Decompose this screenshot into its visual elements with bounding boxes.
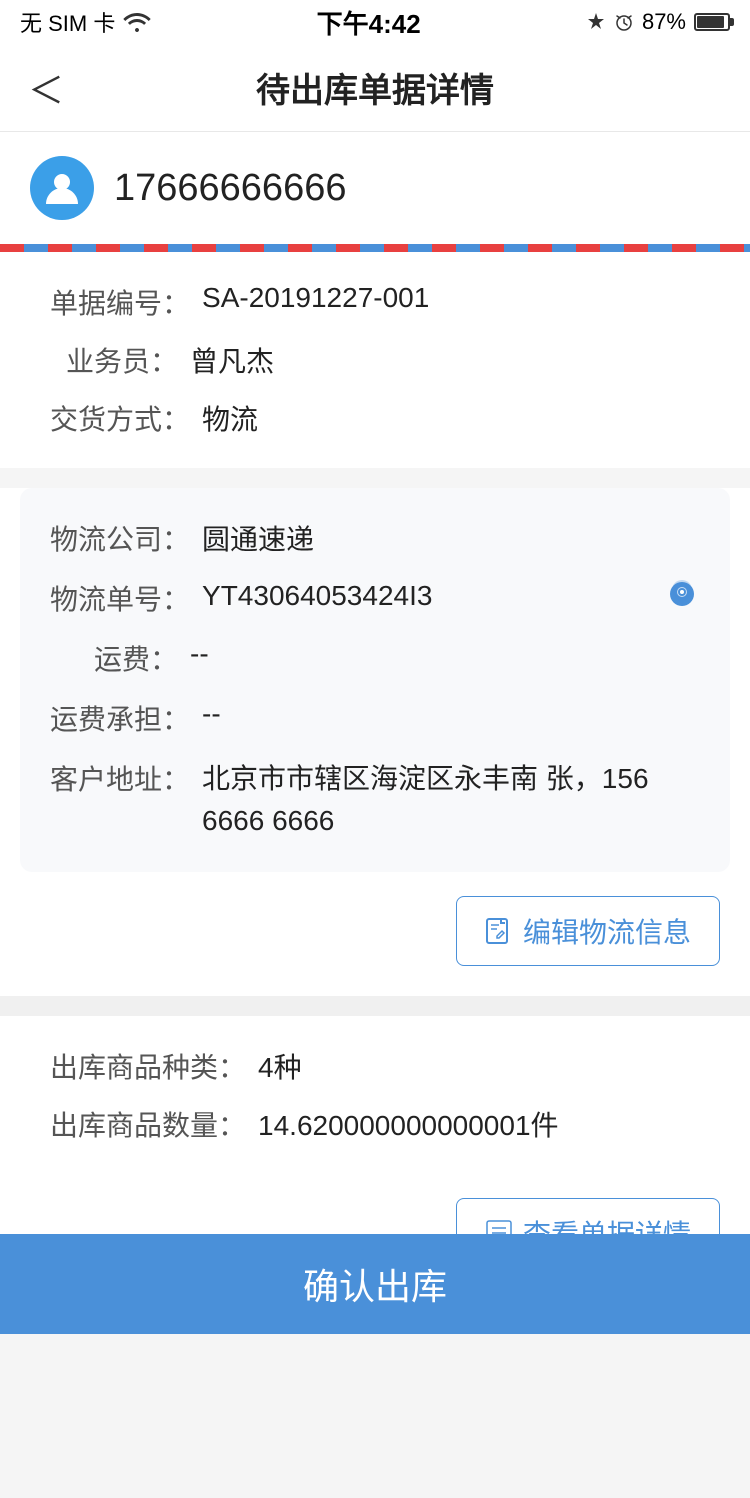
product-types-value: 4种	[258, 1046, 302, 1086]
status-right: 87%	[586, 9, 730, 35]
customer-phone: 17666666666	[114, 167, 346, 210]
product-types-label: 出库商品种类：	[50, 1046, 258, 1086]
logistics-tracking-row: 物流单号： YT43064053424I3	[50, 578, 700, 618]
carrier-text: 无 SIM 卡	[20, 6, 115, 38]
products-section: 出库商品种类： 4种 出库商品数量： 14.620000000000001件	[0, 1016, 750, 1174]
avatar	[30, 156, 94, 220]
battery-percent: 87%	[642, 9, 686, 35]
logistics-company-value: 圆通速递	[202, 518, 700, 558]
status-time: 下午4:42	[317, 4, 421, 41]
logistics-address-row: 客户地址： 北京市市辖区海淀区永丰南 张，156 6666 6666	[50, 758, 700, 842]
order-number-row: 单据编号： SA-20191227-001	[50, 282, 700, 322]
logistics-freight-bear-row: 运费承担： --	[50, 698, 700, 738]
dashed-divider	[0, 244, 750, 252]
logistics-freight-label: 运费：	[50, 638, 190, 678]
logistics-tracking-value-container: YT43064053424I3	[202, 578, 700, 614]
edit-icon	[485, 917, 513, 945]
product-types-row: 出库商品种类： 4种	[50, 1046, 700, 1086]
logistics-freight-row: 运费： --	[50, 638, 700, 678]
map-location-icon[interactable]	[664, 578, 700, 614]
logistics-address-value: 北京市市辖区海淀区永丰南 张，156 6666 6666	[202, 758, 700, 842]
edit-logistics-label: 编辑物流信息	[523, 911, 691, 951]
delivery-method-label: 交货方式：	[50, 398, 202, 438]
logistics-freight-bear-label: 运费承担：	[50, 698, 202, 738]
location-service-icon	[586, 12, 606, 32]
edit-logistics-button[interactable]: 编辑物流信息	[456, 896, 720, 966]
confirm-bar[interactable]: 确认出库	[0, 1234, 750, 1334]
logistics-company-row: 物流公司： 圆通速递	[50, 518, 700, 558]
status-bar: 无 SIM 卡 下午4:42 87%	[0, 0, 750, 44]
section-separator-1	[0, 996, 750, 1016]
order-number-label: 单据编号：	[50, 282, 202, 322]
nav-bar: ＜ 待出库单据详情	[0, 44, 750, 132]
order-number-value: SA-20191227-001	[202, 282, 700, 314]
logistics-freight-value: --	[190, 638, 700, 670]
wifi-icon	[123, 12, 151, 32]
alarm-icon	[614, 12, 634, 32]
salesman-value: 曾凡杰	[190, 340, 700, 380]
order-info-section: 单据编号： SA-20191227-001 业务员： 曾凡杰 交货方式： 物流	[0, 252, 750, 468]
product-quantity-label: 出库商品数量：	[50, 1104, 258, 1144]
salesman-label: 业务员：	[50, 340, 190, 380]
person-icon	[42, 168, 82, 208]
product-quantity-value: 14.620000000000001件	[258, 1104, 559, 1144]
delivery-method-row: 交货方式： 物流	[50, 398, 700, 438]
logistics-tracking-number: YT43064053424I3	[202, 580, 648, 612]
page-title: 待出库单据详情	[256, 63, 494, 112]
back-button[interactable]: ＜	[28, 62, 64, 114]
salesman-row: 业务员： 曾凡杰	[50, 340, 700, 380]
status-left: 无 SIM 卡	[20, 6, 151, 38]
product-quantity-row: 出库商品数量： 14.620000000000001件	[50, 1104, 700, 1144]
delivery-method-value: 物流	[202, 398, 700, 438]
logistics-tracking-label: 物流单号：	[50, 578, 202, 618]
customer-section: 17666666666	[0, 132, 750, 244]
edit-button-row: 编辑物流信息	[0, 872, 750, 976]
logistics-card: 物流公司： 圆通速递 物流单号： YT43064053424I3 运费： -- …	[20, 488, 730, 872]
logistics-address-label: 客户地址：	[50, 758, 202, 798]
battery-icon	[694, 13, 730, 31]
confirm-button-label: 确认出库	[303, 1258, 447, 1310]
logistics-company-label: 物流公司：	[50, 518, 202, 558]
logistics-freight-bear-value: --	[202, 698, 700, 730]
